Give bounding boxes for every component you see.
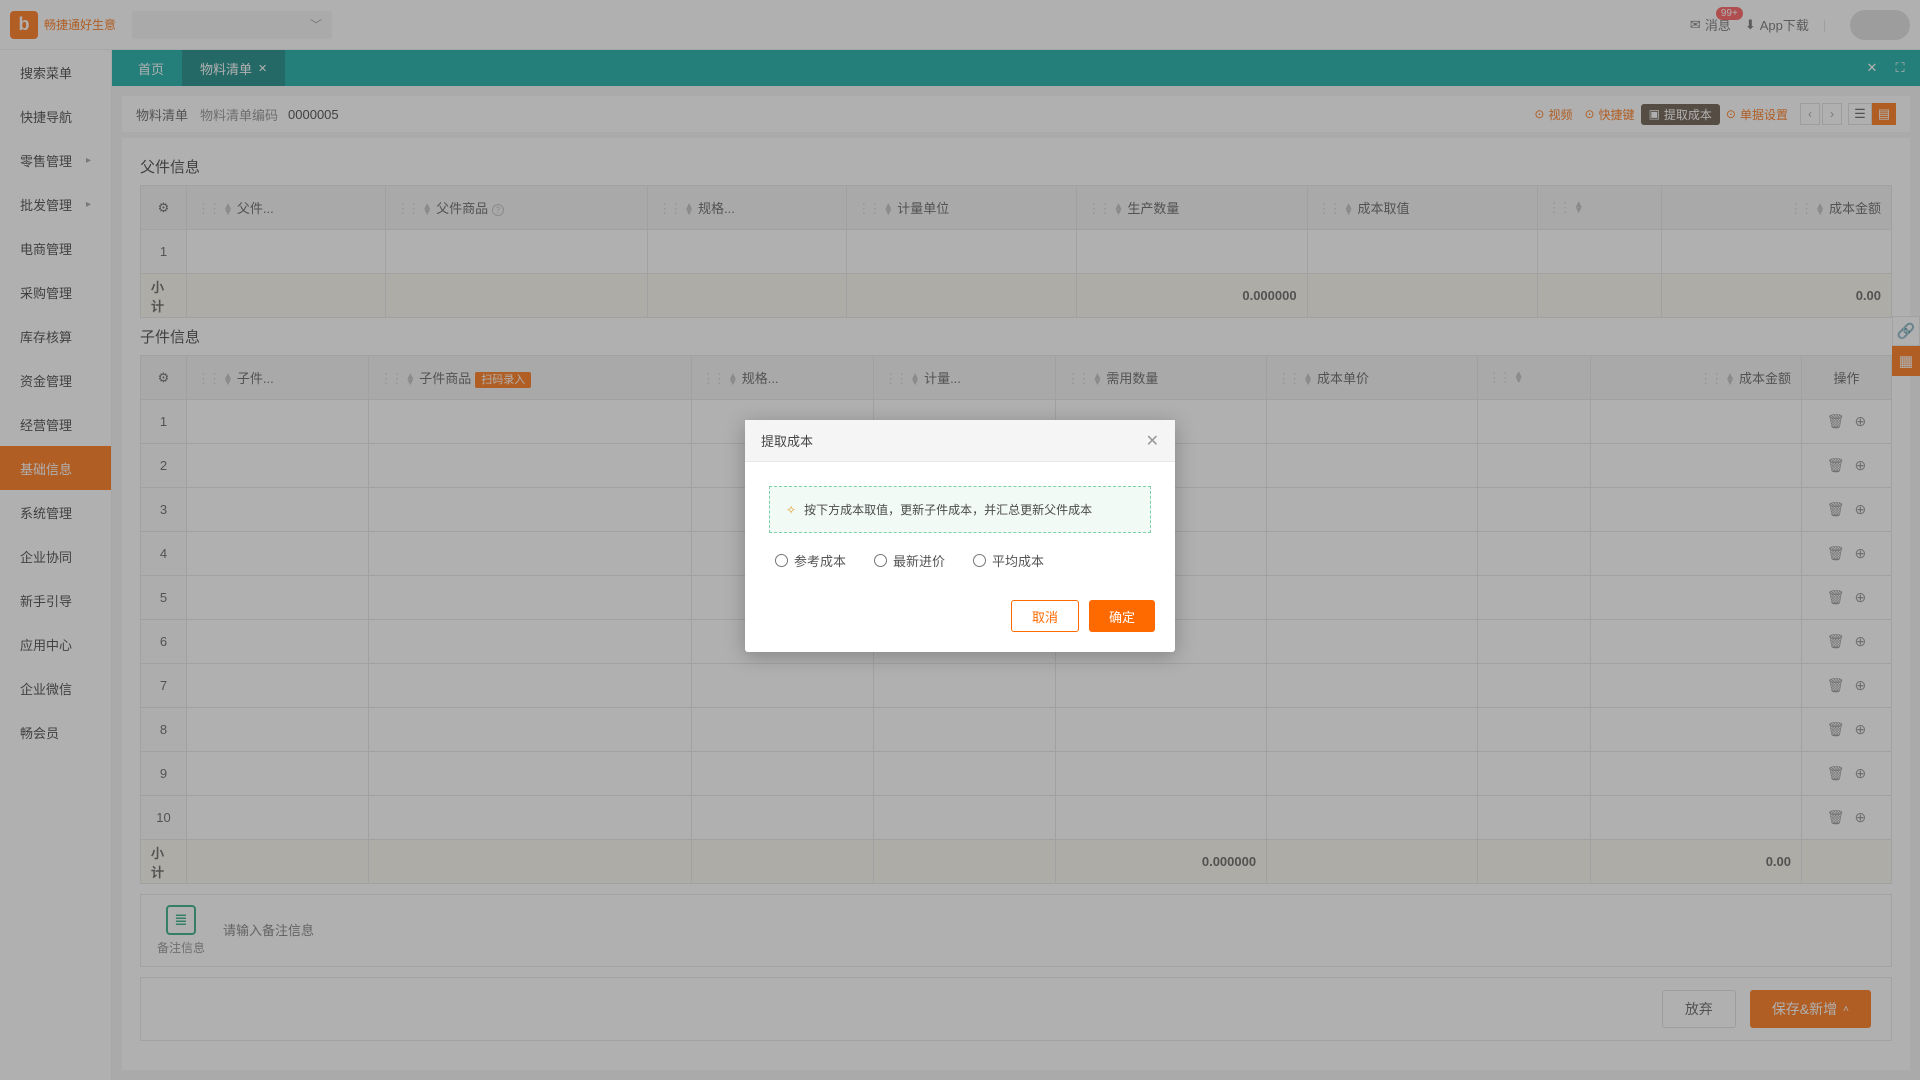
option-avg-cost[interactable]: 平均成本 — [973, 551, 1044, 570]
dialog-hint-text: 按下方成本取值，更新子件成本，并汇总更新父件成本 — [804, 501, 1092, 518]
modal-overlay: 提取成本 ✕ ✧ 按下方成本取值，更新子件成本，并汇总更新父件成本 参考成本 最… — [0, 0, 1920, 1080]
extract-cost-dialog: 提取成本 ✕ ✧ 按下方成本取值，更新子件成本，并汇总更新父件成本 参考成本 最… — [745, 420, 1175, 652]
cost-option-group: 参考成本 最新进价 平均成本 — [769, 533, 1151, 580]
close-icon[interactable]: ✕ — [1146, 431, 1159, 451]
dialog-ok-button[interactable]: 确定 — [1089, 600, 1155, 632]
dialog-cancel-button[interactable]: 取消 — [1011, 600, 1079, 632]
dialog-header: 提取成本 ✕ — [745, 420, 1175, 462]
bulb-icon: ✧ — [786, 503, 796, 517]
dialog-hint: ✧ 按下方成本取值，更新子件成本，并汇总更新父件成本 — [769, 486, 1151, 533]
option-ref-cost[interactable]: 参考成本 — [775, 551, 846, 570]
dialog-title: 提取成本 — [761, 431, 813, 450]
option-latest-price[interactable]: 最新进价 — [874, 551, 945, 570]
